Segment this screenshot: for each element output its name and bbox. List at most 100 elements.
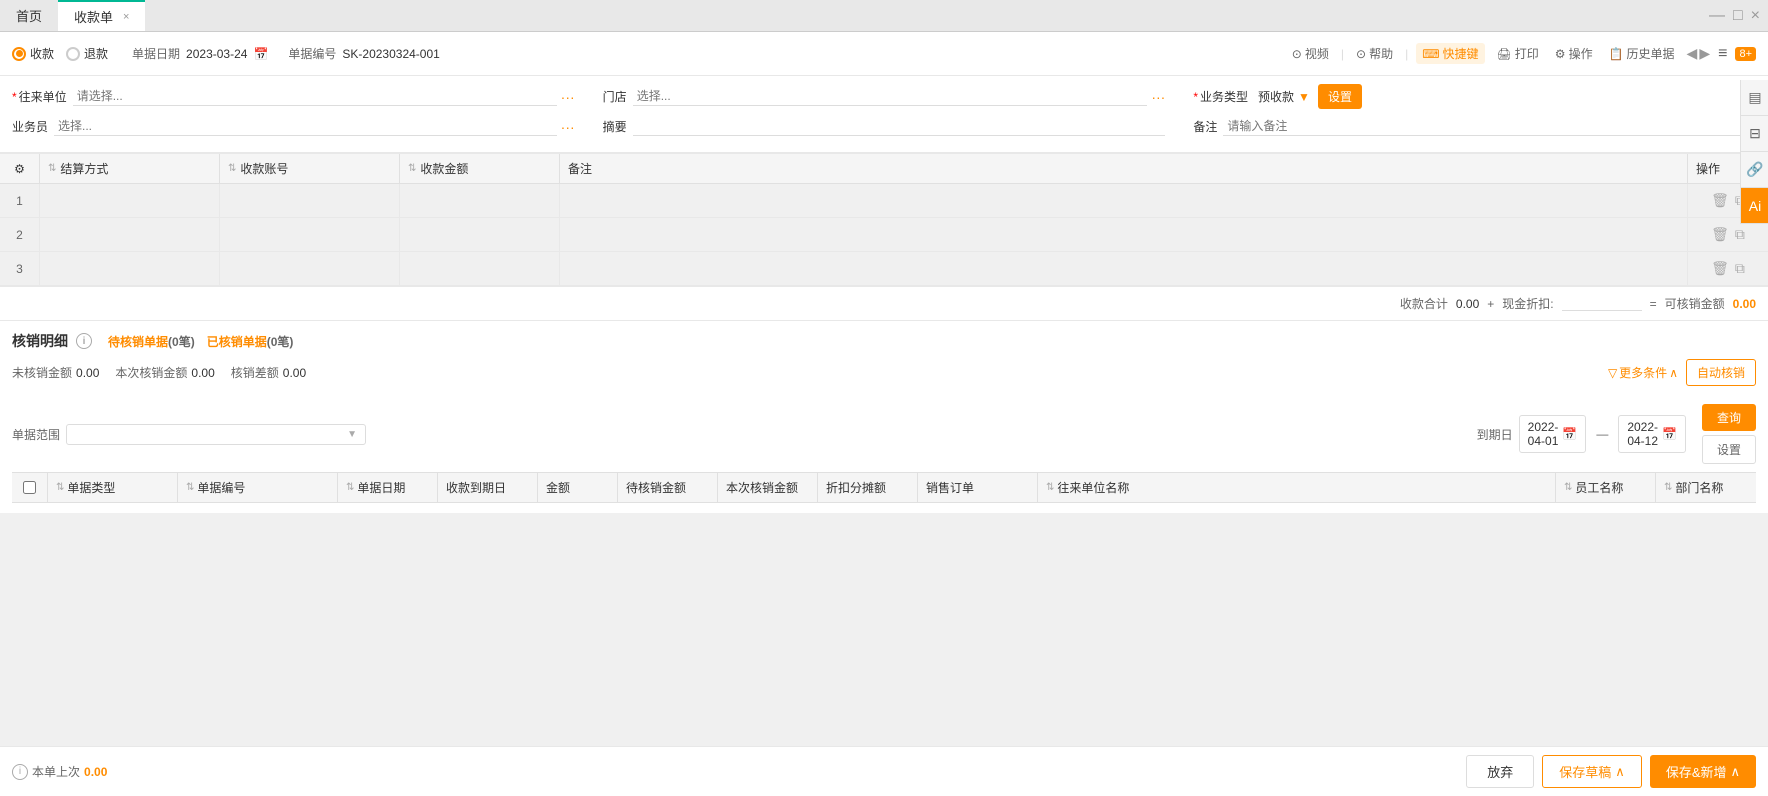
radio-shoukuan[interactable]: 收款 bbox=[12, 45, 54, 62]
history-btn[interactable]: 📋历史单据 bbox=[1605, 43, 1679, 64]
help-btn[interactable]: ⊙帮助 bbox=[1352, 43, 1397, 64]
nav-next[interactable]: ▶ bbox=[1699, 45, 1710, 62]
shortcut-btn[interactable]: ⌨快捷键 bbox=[1416, 43, 1484, 64]
table-container: ⚙ ⇅ 结算方式 ⇅ 收款账号 ⇅ 收款金额 备注 操作 1 🗑 ⧉ 2 bbox=[0, 153, 1768, 287]
calendar-to-icon: 📅 bbox=[1662, 427, 1677, 441]
copy-icon-2[interactable]: ⧉ bbox=[1735, 226, 1745, 243]
td-gear-1: 1 bbox=[0, 184, 40, 217]
bottom-bar: i 本单上次 0.00 放弃 保存草稿 ∧ 保存&新增 ∧ bbox=[0, 746, 1768, 796]
tab-close-icon[interactable]: × bbox=[123, 11, 129, 23]
this-time-label: 本次核销金额 bbox=[115, 364, 187, 381]
tab-active-label: 收款单 bbox=[74, 7, 113, 26]
save-draft-btn[interactable]: 保存草稿 ∧ bbox=[1542, 755, 1642, 788]
store-more-btn[interactable]: ··· bbox=[1151, 89, 1165, 105]
number-label: 单据编号 bbox=[288, 45, 336, 62]
td-account-3[interactable] bbox=[220, 252, 400, 285]
bottom-info-icon[interactable]: i bbox=[12, 764, 28, 780]
right-panel-ai-icon[interactable]: Ai bbox=[1741, 188, 1768, 224]
salesperson-more-btn[interactable]: ··· bbox=[561, 119, 575, 135]
save-new-btn[interactable]: 保存&新增 ∧ bbox=[1650, 755, 1756, 788]
radio-tuikuan[interactable]: 退款 bbox=[66, 45, 108, 62]
upper-label: 本单上次 bbox=[32, 763, 80, 780]
bth-check[interactable] bbox=[12, 473, 48, 502]
info-icon[interactable]: i bbox=[76, 333, 92, 349]
col-payment-label: 结算方式 bbox=[60, 160, 108, 177]
list-view-icon[interactable]: ≡ bbox=[1718, 45, 1727, 63]
right-panel-table-icon[interactable]: ▤ bbox=[1741, 80, 1768, 116]
tab-pending[interactable]: 待核销单据(0笔) bbox=[108, 333, 195, 350]
select-all-checkbox[interactable] bbox=[23, 481, 36, 494]
td-account-2[interactable] bbox=[220, 218, 400, 251]
save-draft-label: 保存草稿 bbox=[1559, 762, 1611, 781]
calendar-icon[interactable]: 📅 bbox=[253, 47, 268, 61]
td-amount-1[interactable] bbox=[400, 184, 560, 217]
total-value: 0.00 bbox=[1456, 297, 1479, 311]
abandon-btn[interactable]: 放弃 bbox=[1466, 755, 1534, 788]
nav-arrows: ◀ ▶ bbox=[1687, 45, 1711, 62]
tab-bar: 首页 收款单 × — □ × bbox=[0, 0, 1768, 32]
td-actions-3: 🗑 ⧉ bbox=[1688, 252, 1768, 285]
td-amount-2[interactable] bbox=[400, 218, 560, 251]
minimize-btn[interactable]: — bbox=[1709, 7, 1725, 25]
nav-prev[interactable]: ◀ bbox=[1687, 45, 1698, 62]
td-jiesuan-1[interactable] bbox=[40, 184, 220, 217]
maximize-btn[interactable]: □ bbox=[1733, 7, 1743, 25]
delete-icon-3[interactable]: 🗑 bbox=[1711, 260, 1729, 277]
draft-chevron: ∧ bbox=[1615, 764, 1625, 780]
salesperson-label: 业务员 bbox=[12, 118, 48, 135]
plus-sign: + bbox=[1487, 297, 1494, 311]
col-dept-label: 部门名称 bbox=[1675, 479, 1723, 496]
partner-input[interactable] bbox=[73, 87, 557, 106]
settings-btn[interactable]: 设置 bbox=[1318, 84, 1362, 109]
td-jiesuan-3[interactable] bbox=[40, 252, 220, 285]
td-amount-3[interactable] bbox=[400, 252, 560, 285]
tab-home[interactable]: 首页 bbox=[0, 0, 58, 31]
operate-btn[interactable]: ⚙操作 bbox=[1551, 43, 1597, 64]
summary-input[interactable] bbox=[633, 117, 1166, 136]
business-type-dropdown[interactable]: ▼ bbox=[1298, 90, 1310, 104]
col-gear[interactable]: ⚙ bbox=[0, 154, 40, 183]
top-toolbar: 收款 退款 单据日期 2023-03-24 📅 单据编号 SK-20230324… bbox=[0, 32, 1768, 76]
tab-active[interactable]: 收款单 × bbox=[58, 0, 145, 31]
bth-date: ⇅ 单据日期 bbox=[338, 473, 438, 502]
date-label: 单据日期 bbox=[132, 45, 180, 62]
col-remarks: 备注 bbox=[560, 154, 1688, 183]
delete-icon-2[interactable]: 🗑 bbox=[1711, 226, 1729, 243]
delete-icon-1[interactable]: 🗑 bbox=[1711, 192, 1729, 209]
copy-icon-3[interactable]: ⧉ bbox=[1735, 260, 1745, 277]
salesperson-input[interactable] bbox=[54, 117, 557, 136]
bth-from: ⇅ 往来单位名称 bbox=[1038, 473, 1556, 502]
td-remarks-3[interactable] bbox=[560, 252, 1688, 285]
store-input[interactable] bbox=[633, 87, 1148, 106]
td-remarks-1[interactable] bbox=[560, 184, 1688, 217]
more-conditions-btn[interactable]: ▽ 更多条件 ∧ bbox=[1608, 364, 1678, 381]
discount-input[interactable] bbox=[1562, 296, 1642, 311]
section-title-row: 核销明细 i 待核销单据(0笔) 已核销单据(0笔) bbox=[12, 331, 1756, 351]
auto-verify-btn[interactable]: 自动核销 bbox=[1686, 359, 1756, 386]
filter-settings-btn[interactable]: 设置 bbox=[1702, 435, 1756, 464]
td-remarks-2[interactable] bbox=[560, 218, 1688, 251]
notes-input[interactable] bbox=[1223, 117, 1756, 136]
partner-more-btn[interactable]: ··· bbox=[561, 89, 575, 105]
close-btn[interactable]: × bbox=[1751, 7, 1760, 25]
date-to-value: 2022-04-12 bbox=[1627, 420, 1658, 448]
print-btn[interactable]: 🖨打印 bbox=[1493, 43, 1543, 64]
due-label: 到期日 bbox=[1477, 426, 1513, 443]
tab-done[interactable]: 已核销单据(0笔) bbox=[207, 333, 294, 350]
date-from-picker[interactable]: 2022-04-01 📅 bbox=[1519, 415, 1587, 453]
bth-type: ⇅ 单据类型 bbox=[48, 473, 178, 502]
bottom-table-header: ⇅ 单据类型 ⇅ 单据编号 ⇅ 单据日期 收款到期日 金额 待核销金额 本次核销… bbox=[12, 472, 1756, 503]
col-num-label: 单据编号 bbox=[197, 479, 245, 496]
store-label: 门店 bbox=[603, 88, 627, 105]
range-select[interactable]: ▼ bbox=[66, 424, 366, 445]
right-panel-list-icon[interactable]: ⊟ bbox=[1741, 116, 1768, 152]
date-value: 2023-03-24 bbox=[186, 47, 247, 61]
date-to-picker[interactable]: 2022-04-12 📅 bbox=[1618, 415, 1686, 453]
td-account-1[interactable] bbox=[220, 184, 400, 217]
query-btn[interactable]: 查询 bbox=[1702, 404, 1756, 431]
number-field: 单据编号 SK-20230324-001 bbox=[288, 45, 439, 62]
form-row-1: * 往来单位 ··· 门店 ··· * 业务类型 预收款 ▼ 设置 bbox=[12, 84, 1756, 109]
right-panel-link-icon[interactable]: 🔗 bbox=[1741, 152, 1768, 188]
video-btn[interactable]: ⊙视频 bbox=[1288, 43, 1333, 64]
td-jiesuan-2[interactable] bbox=[40, 218, 220, 251]
